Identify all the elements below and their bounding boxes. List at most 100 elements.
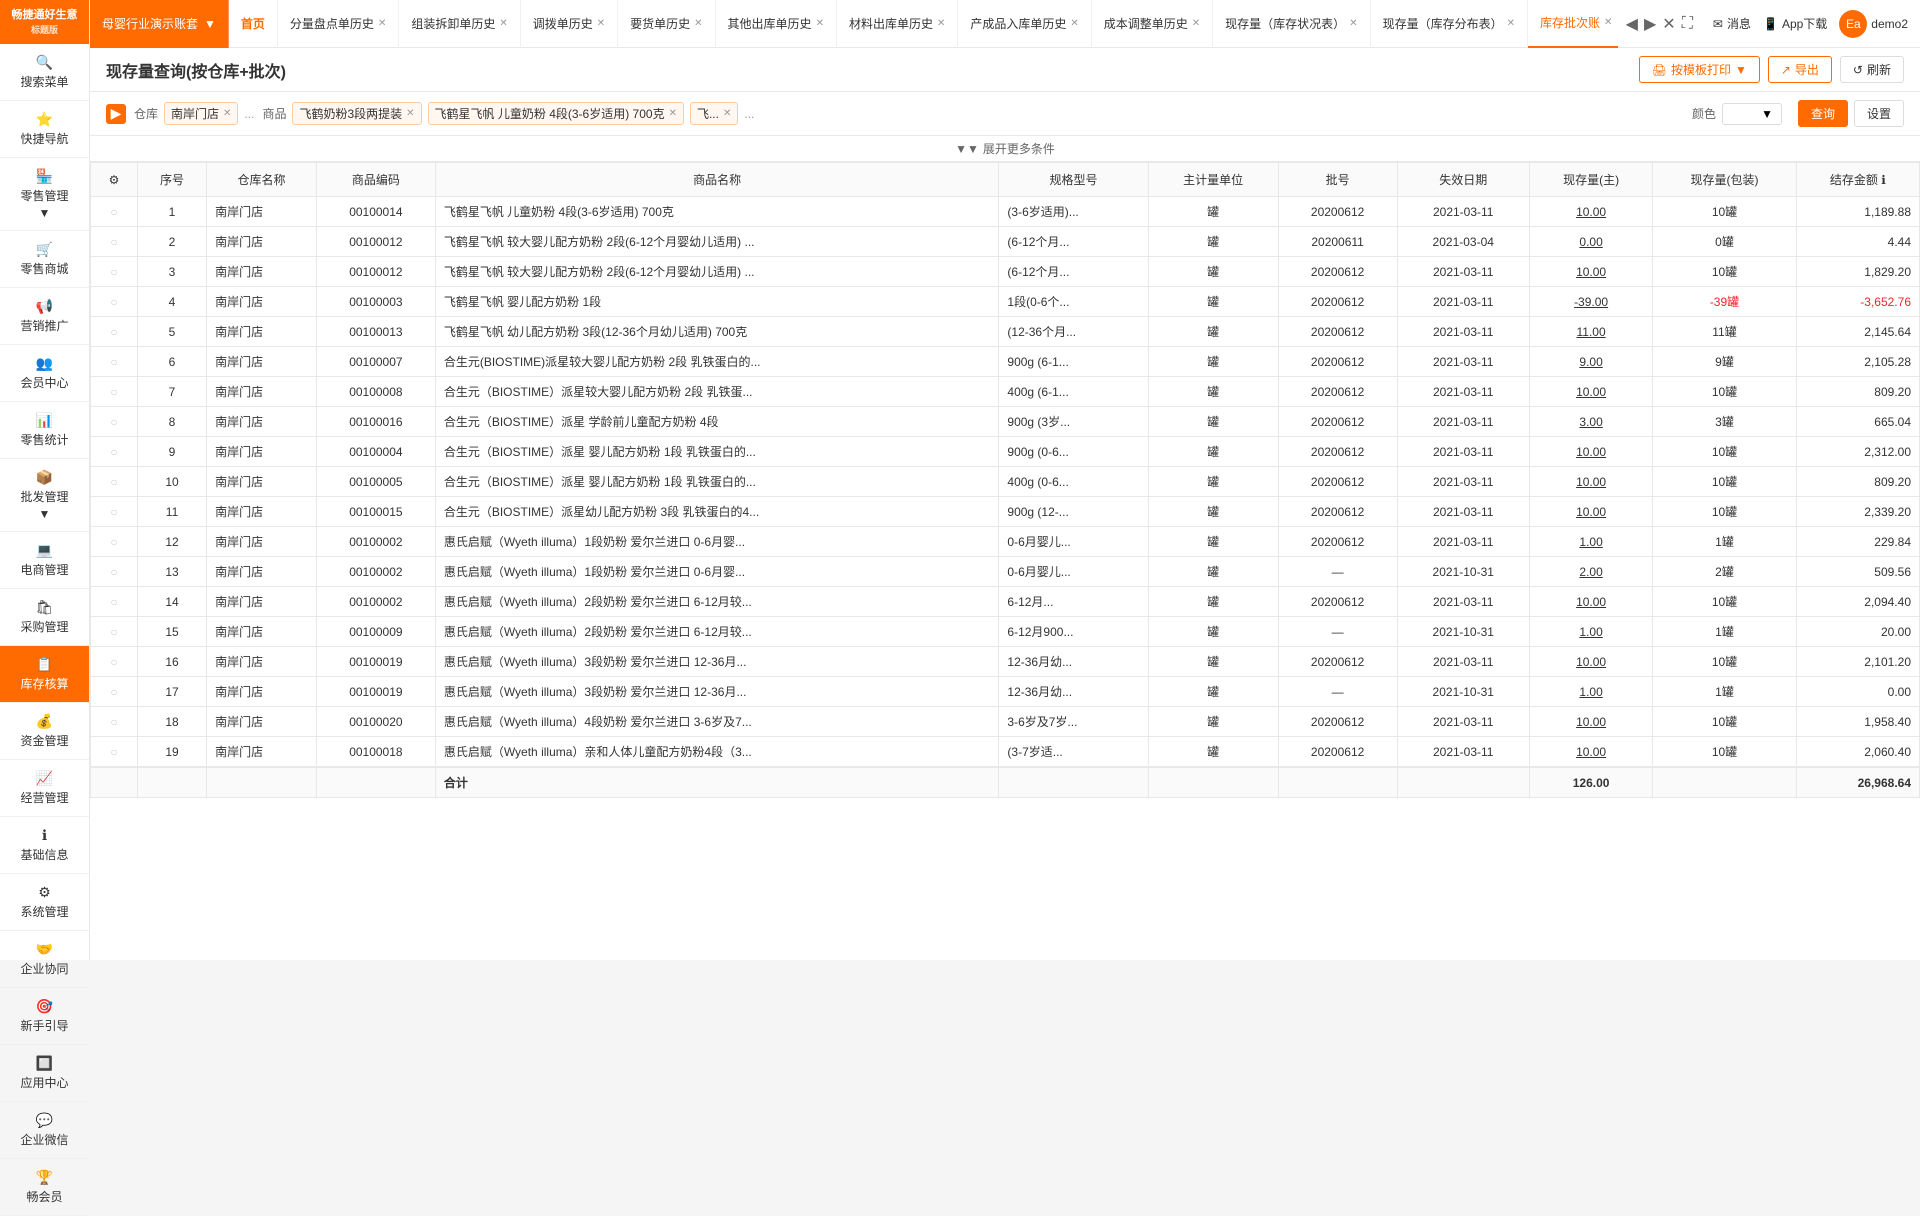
app-download-btn[interactable]: 📱 App下载	[1763, 15, 1827, 32]
sidebar-item-资金管理[interactable]: 💰资金管理	[0, 703, 89, 760]
row-settings[interactable]: ○	[91, 257, 138, 287]
product-tag-close-3[interactable]: ✕	[723, 108, 731, 119]
color-dropdown[interactable]: ▼	[1722, 103, 1782, 125]
tab-close-btn[interactable]: ✕	[694, 18, 702, 29]
row-qty-main[interactable]: 1.00	[1529, 527, 1652, 557]
row-qty-main[interactable]: 3.00	[1529, 407, 1652, 437]
sidebar-item-新手引导[interactable]: 🎯新手引导	[0, 988, 89, 1045]
nav-tab-现存量（库存[interactable]: 现存量（库存分布表）✕	[1371, 0, 1528, 48]
tab-close-btn[interactable]: ✕	[937, 18, 945, 29]
nav-tab-库存批次账[interactable]: 库存批次账✕	[1528, 0, 1618, 48]
row-qty-main[interactable]: 10.00	[1529, 467, 1652, 497]
nav-tab-材料出库单历[interactable]: 材料出库单历史✕	[837, 0, 958, 48]
row-settings[interactable]: ○	[91, 557, 138, 587]
tab-close-btn[interactable]: ✕	[1192, 18, 1200, 29]
row-qty-main[interactable]: 0.00	[1529, 227, 1652, 257]
tab-close-btn[interactable]: ✕	[1349, 18, 1357, 29]
nav-tab-调拨单历史[interactable]: 调拨单历史✕	[521, 0, 618, 48]
row-qty-main[interactable]: 10.00	[1529, 377, 1652, 407]
filter-expand-btn[interactable]: ▶	[106, 104, 126, 124]
row-settings[interactable]: ○	[91, 407, 138, 437]
row-qty-main[interactable]: 10.00	[1529, 737, 1652, 768]
expand-more-btn[interactable]: ▼▼ 展开更多条件	[955, 140, 1055, 157]
row-qty-main[interactable]: 10.00	[1529, 257, 1652, 287]
sidebar-item-会员中心[interactable]: 👥会员中心	[0, 345, 89, 402]
row-qty-main[interactable]: 9.00	[1529, 347, 1652, 377]
nav-selector[interactable]: 母婴行业演示账套 ▼	[90, 0, 229, 48]
row-qty-main[interactable]: 10.00	[1529, 707, 1652, 737]
row-qty-main[interactable]: 11.00	[1529, 317, 1652, 347]
sidebar-item-零售管理[interactable]: 🏪零售管理▼	[0, 158, 89, 231]
nav-prev-btn[interactable]: ◀	[1624, 12, 1640, 36]
row-settings[interactable]: ○	[91, 677, 138, 707]
query-btn[interactable]: 查询	[1798, 100, 1848, 127]
warehouse-tag-close[interactable]: ✕	[223, 108, 231, 119]
row-settings[interactable]: ○	[91, 707, 138, 737]
row-settings[interactable]: ○	[91, 647, 138, 677]
tab-close-btn[interactable]: ✕	[1604, 17, 1612, 28]
sidebar-item-基础信息[interactable]: ℹ基础信息	[0, 817, 89, 874]
tab-close-btn[interactable]: ✕	[597, 18, 605, 29]
row-settings[interactable]: ○	[91, 497, 138, 527]
product-tag-1[interactable]: 飞鹤奶粉3段两提装 ✕	[292, 102, 421, 125]
row-qty-main[interactable]: 1.00	[1529, 677, 1652, 707]
sidebar-item-采购管理[interactable]: 🛍采购管理	[0, 589, 89, 646]
row-qty-main[interactable]: -39.00	[1529, 287, 1652, 317]
product-more[interactable]: ...	[744, 107, 754, 121]
sidebar-item-企业微信[interactable]: 💬企业微信	[0, 1102, 89, 1159]
nav-tab-成本调整单历[interactable]: 成本调整单历史✕	[1092, 0, 1213, 48]
sidebar-item-营销推广[interactable]: 📢营销推广	[0, 288, 89, 345]
col-settings[interactable]: ⚙	[91, 163, 138, 197]
row-settings[interactable]: ○	[91, 347, 138, 377]
nav-tab-现存量（库存[interactable]: 现存量（库存状况表）✕	[1213, 0, 1370, 48]
row-settings[interactable]: ○	[91, 587, 138, 617]
nav-tab-产成品入库单[interactable]: 产成品入库单历史✕	[958, 0, 1091, 48]
sidebar-item-快捷导航[interactable]: ⭐快捷导航	[0, 101, 89, 158]
row-qty-main[interactable]: 1.00	[1529, 617, 1652, 647]
sidebar-item-应用中心[interactable]: 🔲应用中心	[0, 1045, 89, 1102]
export-btn[interactable]: ↗ 导出	[1768, 56, 1832, 83]
nav-tab-分量盘点单历[interactable]: 分量盘点单历史✕	[278, 0, 399, 48]
row-settings[interactable]: ○	[91, 197, 138, 227]
row-settings[interactable]: ○	[91, 317, 138, 347]
row-settings[interactable]: ○	[91, 377, 138, 407]
tab-close-btn[interactable]: ✕	[499, 18, 507, 29]
nav-tab-其他出库单历[interactable]: 其他出库单历史✕	[716, 0, 837, 48]
sidebar-item-搜索菜单[interactable]: 🔍搜索菜单	[0, 44, 89, 101]
message-btn[interactable]: ✉ 消息	[1713, 15, 1751, 32]
product-tag-2[interactable]: 飞鹤星飞帆 儿童奶粉 4段(3-6岁适用) 700克 ✕	[428, 102, 684, 125]
sidebar-item-系统管理[interactable]: ⚙系统管理	[0, 874, 89, 931]
row-qty-main[interactable]: 10.00	[1529, 197, 1652, 227]
row-settings[interactable]: ○	[91, 227, 138, 257]
user-menu[interactable]: Ea demo2	[1839, 10, 1908, 38]
row-settings[interactable]: ○	[91, 437, 138, 467]
product-tag-close-1[interactable]: ✕	[406, 108, 414, 119]
row-qty-main[interactable]: 10.00	[1529, 587, 1652, 617]
refresh-btn[interactable]: ↺ 刷新	[1840, 56, 1904, 83]
row-qty-main[interactable]: 2.00	[1529, 557, 1652, 587]
tab-close-btn[interactable]: ✕	[378, 18, 386, 29]
template-print-btn[interactable]: 🖨 按模板打印 ▼	[1639, 56, 1760, 83]
tab-close-btn[interactable]: ✕	[816, 18, 824, 29]
tab-close-btn[interactable]: ✕	[1070, 18, 1078, 29]
sidebar-item-批发管理[interactable]: 📦批发管理▼	[0, 459, 89, 532]
warehouse-more[interactable]: ...	[244, 107, 254, 121]
tab-close-btn[interactable]: ✕	[1507, 18, 1515, 29]
row-settings[interactable]: ○	[91, 617, 138, 647]
product-tag-3[interactable]: 飞... ✕	[690, 102, 738, 125]
close-tab-btn[interactable]: ✕	[1660, 12, 1677, 36]
row-settings[interactable]: ○	[91, 527, 138, 557]
row-settings[interactable]: ○	[91, 287, 138, 317]
sidebar-item-畅会员[interactable]: 🏆畅会员	[0, 1159, 89, 1216]
settings-btn[interactable]: 设置	[1854, 100, 1904, 127]
row-settings[interactable]: ○	[91, 467, 138, 497]
warehouse-tag-1[interactable]: 南岸门店 ✕	[164, 102, 238, 125]
nav-next-btn[interactable]: ▶	[1642, 12, 1658, 36]
sidebar-item-库存核算[interactable]: 📋库存核算	[0, 646, 89, 703]
nav-tab-组装拆卸单历[interactable]: 组装拆卸单历史✕	[399, 0, 520, 48]
sidebar-item-零售统计[interactable]: 📊零售统计	[0, 402, 89, 459]
row-qty-main[interactable]: 10.00	[1529, 437, 1652, 467]
sidebar-item-经营管理[interactable]: 📈经营管理	[0, 760, 89, 817]
sidebar-item-电商管理[interactable]: 💻电商管理	[0, 532, 89, 589]
maximize-btn[interactable]: ⛶	[1680, 13, 1695, 35]
